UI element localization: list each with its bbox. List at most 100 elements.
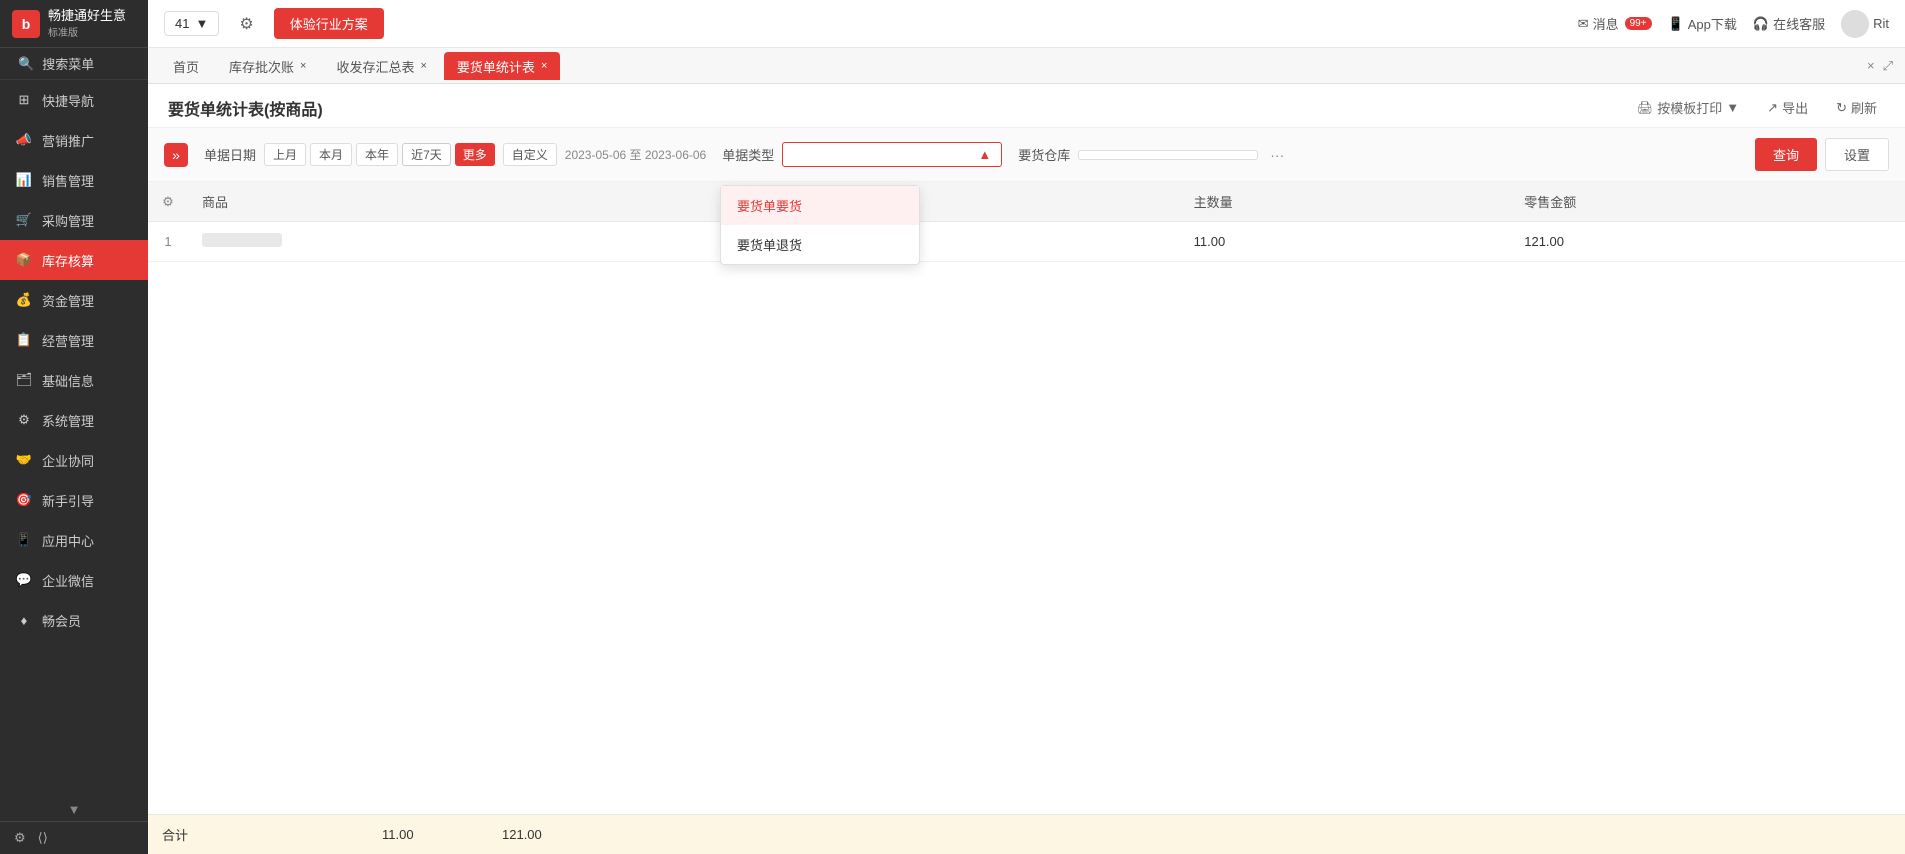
- sidebar-item-app-center[interactable]: 📱 应用中心: [0, 520, 148, 560]
- top-header: 41 ▼ ⚙ 体验行业方案 ✉ 消息 99+ 📱 App下载 🎧 在线客服 R: [148, 0, 1905, 48]
- refresh-label: 刷新: [1851, 98, 1877, 117]
- search-icon: 🔍: [18, 56, 34, 72]
- quick-nav-label: 快捷导航: [42, 91, 94, 110]
- vip-label: 畅会员: [42, 611, 81, 630]
- dropdown-item-order-goods[interactable]: 要货单要货: [721, 186, 919, 225]
- refresh-icon: ↻: [1836, 100, 1847, 116]
- quick-nav-icon: ⊞: [14, 90, 34, 110]
- sidebar-logo: b 畅捷通好生意 标准版: [0, 0, 148, 48]
- message-button[interactable]: ✉ 消息 99+: [1578, 14, 1652, 33]
- system-icon: ⚙: [14, 410, 34, 430]
- tab-maximize-icon[interactable]: ⤢: [1883, 58, 1893, 74]
- sidebar-item-collab[interactable]: 🤝 企业协同: [0, 440, 148, 480]
- header-right: ✉ 消息 99+ 📱 App下载 🎧 在线客服 Rit: [1578, 10, 1889, 38]
- trial-button[interactable]: 体验行业方案: [274, 8, 384, 39]
- type-dropdown-menu: 要货单要货 要货单退货: [720, 185, 920, 265]
- col-product-header: 商品: [188, 182, 721, 222]
- purchase-label: 采购管理: [42, 211, 94, 230]
- tab-collect-summary-label: 收发存汇总表: [336, 57, 414, 76]
- table-body: 1 块 11.00 121.00: [148, 222, 1905, 262]
- dropdown-item-order-return[interactable]: 要货单退货: [721, 225, 919, 264]
- sidebar-item-operations[interactable]: 📋 经营管理: [0, 320, 148, 360]
- tab-batch-account[interactable]: 库存批次账 ×: [216, 52, 319, 80]
- header-gear-button[interactable]: ⚙: [231, 10, 261, 38]
- tab-home-label: 首页: [173, 57, 199, 76]
- collab-label: 企业协同: [42, 451, 94, 470]
- sidebar-scroll-down-arrow[interactable]: ▼: [0, 798, 148, 821]
- warehouse-filter-group: 要货仓库 ···: [1018, 145, 1284, 164]
- store-selector[interactable]: 41 ▼: [164, 11, 219, 36]
- print-icon: 🖨: [1637, 100, 1654, 116]
- sidebar-settings-icon[interactable]: ⚙: [14, 830, 26, 846]
- online-service-button[interactable]: 🎧 在线客服: [1753, 14, 1825, 33]
- sidebar-item-finance[interactable]: 💰 资金管理: [0, 280, 148, 320]
- inventory-icon: 📦: [14, 250, 34, 270]
- guide-label: 新手引导: [42, 491, 94, 510]
- date-custom-btn[interactable]: 自定义: [503, 143, 557, 166]
- tab-window-buttons: × ⤢: [1867, 58, 1893, 74]
- tab-bar: 首页 库存批次账 × 收发存汇总表 × 要货单统计表 × × ⤢: [148, 48, 1905, 84]
- tab-collect-summary-close[interactable]: ×: [420, 60, 426, 72]
- inventory-label: 库存核算: [42, 251, 94, 270]
- service-icon: 🎧: [1753, 16, 1769, 32]
- app-download-button[interactable]: 📱 App下载: [1668, 14, 1737, 33]
- finance-label: 资金管理: [42, 291, 94, 310]
- search-menu-item[interactable]: 🔍 搜索菜单: [0, 48, 148, 80]
- sidebar-item-sales[interactable]: 📊 销售管理: [0, 160, 148, 200]
- wechat-label: 企业微信: [42, 571, 94, 590]
- export-button[interactable]: ↗ 导出: [1759, 94, 1816, 121]
- date-more-btn[interactable]: 更多: [455, 143, 495, 166]
- query-button[interactable]: 查询: [1755, 138, 1817, 171]
- tab-home[interactable]: 首页: [160, 52, 212, 80]
- table-settings-icon[interactable]: ⚙: [162, 194, 174, 209]
- finance-icon: 💰: [14, 290, 34, 310]
- date-filter-group: 单据日期 上月 本月 本年 近7天 更多 自定义 2023-05-06 至 20…: [204, 143, 706, 166]
- tab-collect-summary[interactable]: 收发存汇总表 ×: [323, 52, 439, 80]
- sidebar-item-guide[interactable]: 🎯 新手引导: [0, 480, 148, 520]
- filter-bar: » 单据日期 上月 本月 本年 近7天 更多 自定义 2023-05-06 至 …: [148, 128, 1905, 182]
- sales-label: 销售管理: [42, 171, 94, 190]
- page-title: 要货单统计表(按商品): [168, 96, 323, 120]
- warehouse-input[interactable]: [1078, 150, 1258, 160]
- purchase-icon: 🛒: [14, 210, 34, 230]
- sidebar-item-quick-nav[interactable]: ⊞ 快捷导航: [0, 80, 148, 120]
- print-button[interactable]: 🖨 按模板打印 ▼: [1629, 94, 1747, 121]
- sidebar-item-wechat[interactable]: 💬 企业微信: [0, 560, 148, 600]
- row-qty-1: 11.00: [1180, 222, 1511, 262]
- type-select-box[interactable]: ▲: [782, 142, 1002, 167]
- app-center-icon: 📱: [14, 530, 34, 550]
- guide-icon: 🎯: [14, 490, 34, 510]
- footer-amount: 121.00: [502, 827, 622, 842]
- sidebar-collapse-icon[interactable]: ⟨⟩: [38, 830, 48, 846]
- header-left: 41 ▼ ⚙ 体验行业方案: [164, 8, 384, 39]
- date-range-text: 2023-05-06 至 2023-06-06: [565, 146, 706, 163]
- tab-batch-account-close[interactable]: ×: [300, 60, 306, 72]
- column-settings-button[interactable]: 设置: [1825, 138, 1889, 171]
- date-this-year-btn[interactable]: 本年: [356, 143, 398, 166]
- table-footer: 合计 11.00 121.00: [148, 814, 1905, 854]
- tab-order-stats[interactable]: 要货单统计表 ×: [444, 52, 560, 80]
- sidebar-item-marketing[interactable]: 📣 营销推广: [0, 120, 148, 160]
- tab-minimize-icon[interactable]: ×: [1867, 58, 1875, 74]
- tab-batch-account-label: 库存批次账: [229, 57, 294, 76]
- col-settings-header[interactable]: ⚙: [148, 182, 188, 222]
- date-this-month-btn[interactable]: 本月: [310, 143, 352, 166]
- filter-expand-button[interactable]: »: [164, 143, 188, 167]
- sidebar-item-system[interactable]: ⚙ 系统管理: [0, 400, 148, 440]
- date-last-7days-btn[interactable]: 近7天: [402, 143, 451, 166]
- logo-icon: b: [12, 10, 40, 38]
- refresh-button[interactable]: ↻ 刷新: [1828, 94, 1885, 121]
- tab-order-stats-close[interactable]: ×: [541, 60, 547, 72]
- search-menu-label: 搜索菜单: [42, 54, 94, 73]
- user-avatar-button[interactable]: Rit: [1841, 10, 1889, 38]
- app-download-label: App下载: [1688, 14, 1737, 33]
- sidebar-item-vip[interactable]: ♦ 畅会员: [0, 600, 148, 640]
- sidebar-item-purchase[interactable]: 🛒 采购管理: [0, 200, 148, 240]
- date-last-month-btn[interactable]: 上月: [264, 143, 306, 166]
- message-label: 消息: [1593, 14, 1619, 33]
- sidebar-item-inventory[interactable]: 📦 库存核算: [0, 240, 148, 280]
- row-amount-1: 121.00: [1510, 222, 1905, 262]
- warehouse-more-icon[interactable]: ···: [1270, 147, 1284, 163]
- wechat-icon: 💬: [14, 570, 34, 590]
- sidebar-item-basic-info[interactable]: 🗂 基础信息: [0, 360, 148, 400]
